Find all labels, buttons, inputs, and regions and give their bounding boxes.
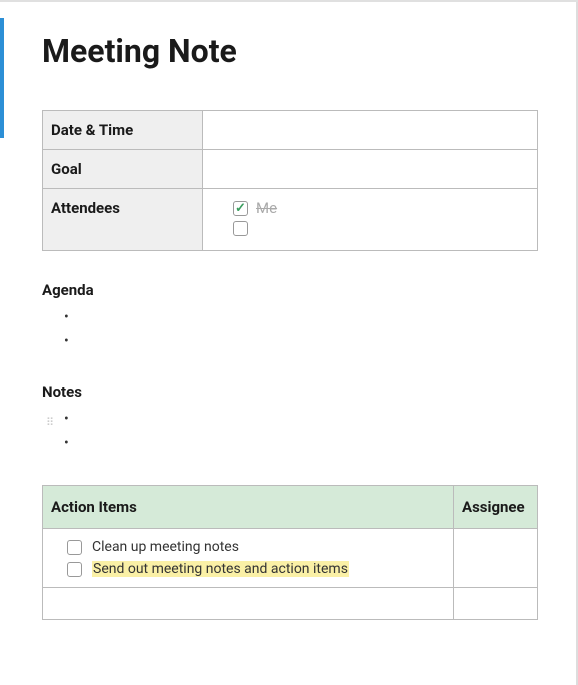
action-item-text[interactable]: Send out meeting notes and action items	[92, 561, 349, 577]
checkbox-icon[interactable]	[233, 221, 248, 236]
info-value-datetime[interactable]	[203, 111, 538, 150]
action-header-assignee: Assignee	[454, 486, 538, 529]
page-title[interactable]: Meeting Note	[42, 32, 538, 70]
document-body: Meeting Note Date & Time Goal Attendees …	[0, 2, 578, 640]
info-label-goal: Goal	[43, 150, 203, 189]
checkbox-icon[interactable]	[233, 201, 248, 216]
left-accent-bar	[0, 18, 4, 138]
assignee-cell[interactable]	[454, 588, 538, 620]
agenda-list[interactable]	[42, 305, 538, 353]
agenda-heading[interactable]: Agenda	[42, 281, 538, 299]
info-row-attendees: Attendees Me	[43, 189, 538, 251]
action-items-cell[interactable]: Clean up meeting notes Send out meeting …	[43, 529, 454, 588]
assignee-cell[interactable]	[454, 529, 538, 588]
action-table: Action Items Assignee Clean up meeting n…	[42, 485, 538, 620]
drag-handle-icon[interactable]	[46, 411, 55, 435]
notes-heading[interactable]: Notes	[42, 383, 538, 401]
action-items-cell[interactable]	[43, 588, 454, 620]
checkbox-icon[interactable]	[67, 562, 82, 577]
notes-list[interactable]	[42, 407, 538, 455]
list-item[interactable]	[64, 407, 538, 431]
action-item-text[interactable]: Clean up meeting notes	[92, 539, 239, 555]
info-row-datetime: Date & Time	[43, 111, 538, 150]
action-item[interactable]: Clean up meeting notes	[67, 539, 445, 555]
info-label-attendees: Attendees	[43, 189, 203, 251]
info-label-datetime: Date & Time	[43, 111, 203, 150]
action-row	[43, 588, 538, 620]
action-row: Clean up meeting notes Send out meeting …	[43, 529, 538, 588]
info-row-goal: Goal	[43, 150, 538, 189]
action-header-items: Action Items	[43, 486, 454, 529]
list-item[interactable]	[64, 305, 538, 329]
checkbox-icon[interactable]	[67, 540, 82, 555]
list-item[interactable]	[64, 329, 538, 353]
info-table: Date & Time Goal Attendees Me	[42, 110, 538, 251]
action-item[interactable]: Send out meeting notes and action items	[67, 561, 445, 577]
attendee-item[interactable]	[233, 221, 529, 236]
list-item[interactable]	[64, 431, 538, 455]
info-value-goal[interactable]	[203, 150, 538, 189]
info-value-attendees[interactable]: Me	[203, 189, 538, 251]
attendee-name[interactable]: Me	[256, 199, 277, 217]
attendee-item[interactable]: Me	[233, 199, 529, 217]
